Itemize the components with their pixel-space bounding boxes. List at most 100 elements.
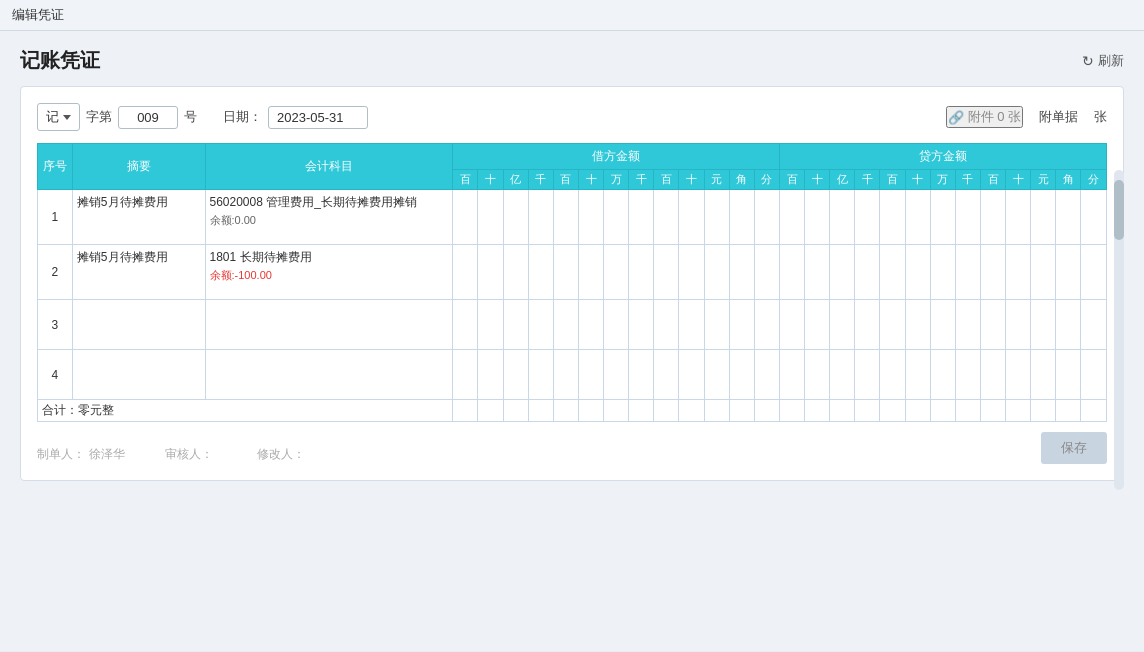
debit-digit-r0c10[interactable] — [704, 190, 729, 245]
credit-digit-r3c6[interactable] — [930, 350, 955, 400]
debit-digit-r2c10[interactable] — [704, 300, 729, 350]
voucher-type-button[interactable]: 记 — [37, 103, 80, 131]
debit-digit-r1c4[interactable] — [553, 245, 578, 300]
debit-digit-r3c0[interactable] — [453, 350, 478, 400]
credit-digit-r2c12[interactable] — [1081, 300, 1107, 350]
credit-digit-r2c9[interactable] — [1006, 300, 1031, 350]
credit-digit-r2c0[interactable] — [779, 300, 804, 350]
row-summary-0[interactable]: 摊销5月待摊费用 — [72, 190, 205, 245]
debit-digit-r1c8[interactable] — [654, 245, 679, 300]
credit-digit-r3c12[interactable] — [1081, 350, 1107, 400]
save-button[interactable]: 保存 — [1041, 432, 1107, 464]
debit-digit-r3c10[interactable] — [704, 350, 729, 400]
credit-digit-r1c2[interactable] — [830, 245, 855, 300]
credit-digit-r1c9[interactable] — [1006, 245, 1031, 300]
debit-digit-r1c6[interactable] — [604, 245, 629, 300]
credit-digit-r3c3[interactable] — [855, 350, 880, 400]
credit-digit-r0c0[interactable] — [779, 190, 804, 245]
credit-digit-r1c12[interactable] — [1081, 245, 1107, 300]
scrollbar-thumb[interactable] — [1114, 180, 1124, 240]
row-summary-1[interactable]: 摊销5月待摊费用 — [72, 245, 205, 300]
debit-digit-r2c0[interactable] — [453, 300, 478, 350]
debit-digit-r1c11[interactable] — [729, 245, 754, 300]
credit-digit-r0c9[interactable] — [1006, 190, 1031, 245]
debit-digit-r3c6[interactable] — [604, 350, 629, 400]
attachment-single-button[interactable]: 附单据 — [1039, 108, 1078, 126]
debit-digit-r0c8[interactable] — [654, 190, 679, 245]
debit-digit-r2c6[interactable] — [604, 300, 629, 350]
debit-digit-r0c6[interactable] — [604, 190, 629, 245]
credit-digit-r3c4[interactable] — [880, 350, 905, 400]
credit-digit-r3c2[interactable] — [830, 350, 855, 400]
table-row[interactable]: 2摊销5月待摊费用1801 长期待摊费用余额:-100.00 — [38, 245, 1107, 300]
debit-digit-r1c9[interactable] — [679, 245, 704, 300]
debit-digit-r1c5[interactable] — [578, 245, 603, 300]
credit-digit-r0c3[interactable] — [855, 190, 880, 245]
credit-digit-r1c6[interactable] — [930, 245, 955, 300]
debit-digit-r1c0[interactable] — [453, 245, 478, 300]
credit-digit-r0c4[interactable] — [880, 190, 905, 245]
debit-digit-r2c5[interactable] — [578, 300, 603, 350]
debit-digit-r3c2[interactable] — [503, 350, 528, 400]
credit-digit-r1c7[interactable] — [955, 245, 980, 300]
credit-digit-r2c11[interactable] — [1056, 300, 1081, 350]
voucher-number-input[interactable] — [118, 106, 178, 129]
credit-digit-r0c10[interactable] — [1031, 190, 1056, 245]
debit-digit-r3c11[interactable] — [729, 350, 754, 400]
debit-digit-r1c3[interactable] — [528, 245, 553, 300]
debit-digit-r1c2[interactable] — [503, 245, 528, 300]
debit-digit-r3c7[interactable] — [629, 350, 654, 400]
credit-digit-r3c8[interactable] — [980, 350, 1005, 400]
debit-digit-r2c9[interactable] — [679, 300, 704, 350]
credit-digit-r1c3[interactable] — [855, 245, 880, 300]
debit-digit-r1c10[interactable] — [704, 245, 729, 300]
row-summary-3[interactable] — [72, 350, 205, 400]
credit-digit-r1c1[interactable] — [805, 245, 830, 300]
debit-digit-r2c7[interactable] — [629, 300, 654, 350]
table-row[interactable]: 1摊销5月待摊费用56020008 管理费用_长期待摊费用摊销余额:0.00 — [38, 190, 1107, 245]
credit-digit-r2c8[interactable] — [980, 300, 1005, 350]
debit-digit-r0c2[interactable] — [503, 190, 528, 245]
credit-digit-r0c12[interactable] — [1081, 190, 1107, 245]
credit-digit-r2c3[interactable] — [855, 300, 880, 350]
credit-digit-r1c8[interactable] — [980, 245, 1005, 300]
debit-digit-r1c7[interactable] — [629, 245, 654, 300]
credit-digit-r0c1[interactable] — [805, 190, 830, 245]
credit-digit-r0c6[interactable] — [930, 190, 955, 245]
row-account-2[interactable] — [205, 300, 453, 350]
debit-digit-r0c11[interactable] — [729, 190, 754, 245]
credit-digit-r3c7[interactable] — [955, 350, 980, 400]
debit-digit-r3c1[interactable] — [478, 350, 503, 400]
attachment-button[interactable]: 🔗 附件 0 张 — [946, 106, 1023, 128]
credit-digit-r3c9[interactable] — [1006, 350, 1031, 400]
credit-digit-r0c2[interactable] — [830, 190, 855, 245]
credit-digit-r3c1[interactable] — [805, 350, 830, 400]
credit-digit-r3c10[interactable] — [1031, 350, 1056, 400]
credit-digit-r3c0[interactable] — [779, 350, 804, 400]
debit-digit-r1c1[interactable] — [478, 245, 503, 300]
credit-digit-r1c5[interactable] — [905, 245, 930, 300]
debit-digit-r3c9[interactable] — [679, 350, 704, 400]
refresh-button[interactable]: ↻ 刷新 — [1082, 52, 1124, 70]
credit-digit-r2c7[interactable] — [955, 300, 980, 350]
row-account-3[interactable] — [205, 350, 453, 400]
debit-digit-r2c4[interactable] — [553, 300, 578, 350]
debit-digit-r3c3[interactable] — [528, 350, 553, 400]
debit-digit-r0c7[interactable] — [629, 190, 654, 245]
debit-digit-r2c3[interactable] — [528, 300, 553, 350]
debit-digit-r3c12[interactable] — [754, 350, 779, 400]
credit-digit-r2c10[interactable] — [1031, 300, 1056, 350]
credit-digit-r0c8[interactable] — [980, 190, 1005, 245]
debit-digit-r3c4[interactable] — [553, 350, 578, 400]
credit-digit-r2c6[interactable] — [930, 300, 955, 350]
debit-digit-r2c12[interactable] — [754, 300, 779, 350]
table-row[interactable]: 4 — [38, 350, 1107, 400]
row-account-0[interactable]: 56020008 管理费用_长期待摊费用摊销余额:0.00 — [205, 190, 453, 245]
row-summary-2[interactable] — [72, 300, 205, 350]
debit-digit-r2c11[interactable] — [729, 300, 754, 350]
debit-digit-r0c4[interactable] — [553, 190, 578, 245]
credit-digit-r1c0[interactable] — [779, 245, 804, 300]
table-row[interactable]: 3 — [38, 300, 1107, 350]
row-account-1[interactable]: 1801 长期待摊费用余额:-100.00 — [205, 245, 453, 300]
credit-digit-r3c11[interactable] — [1056, 350, 1081, 400]
